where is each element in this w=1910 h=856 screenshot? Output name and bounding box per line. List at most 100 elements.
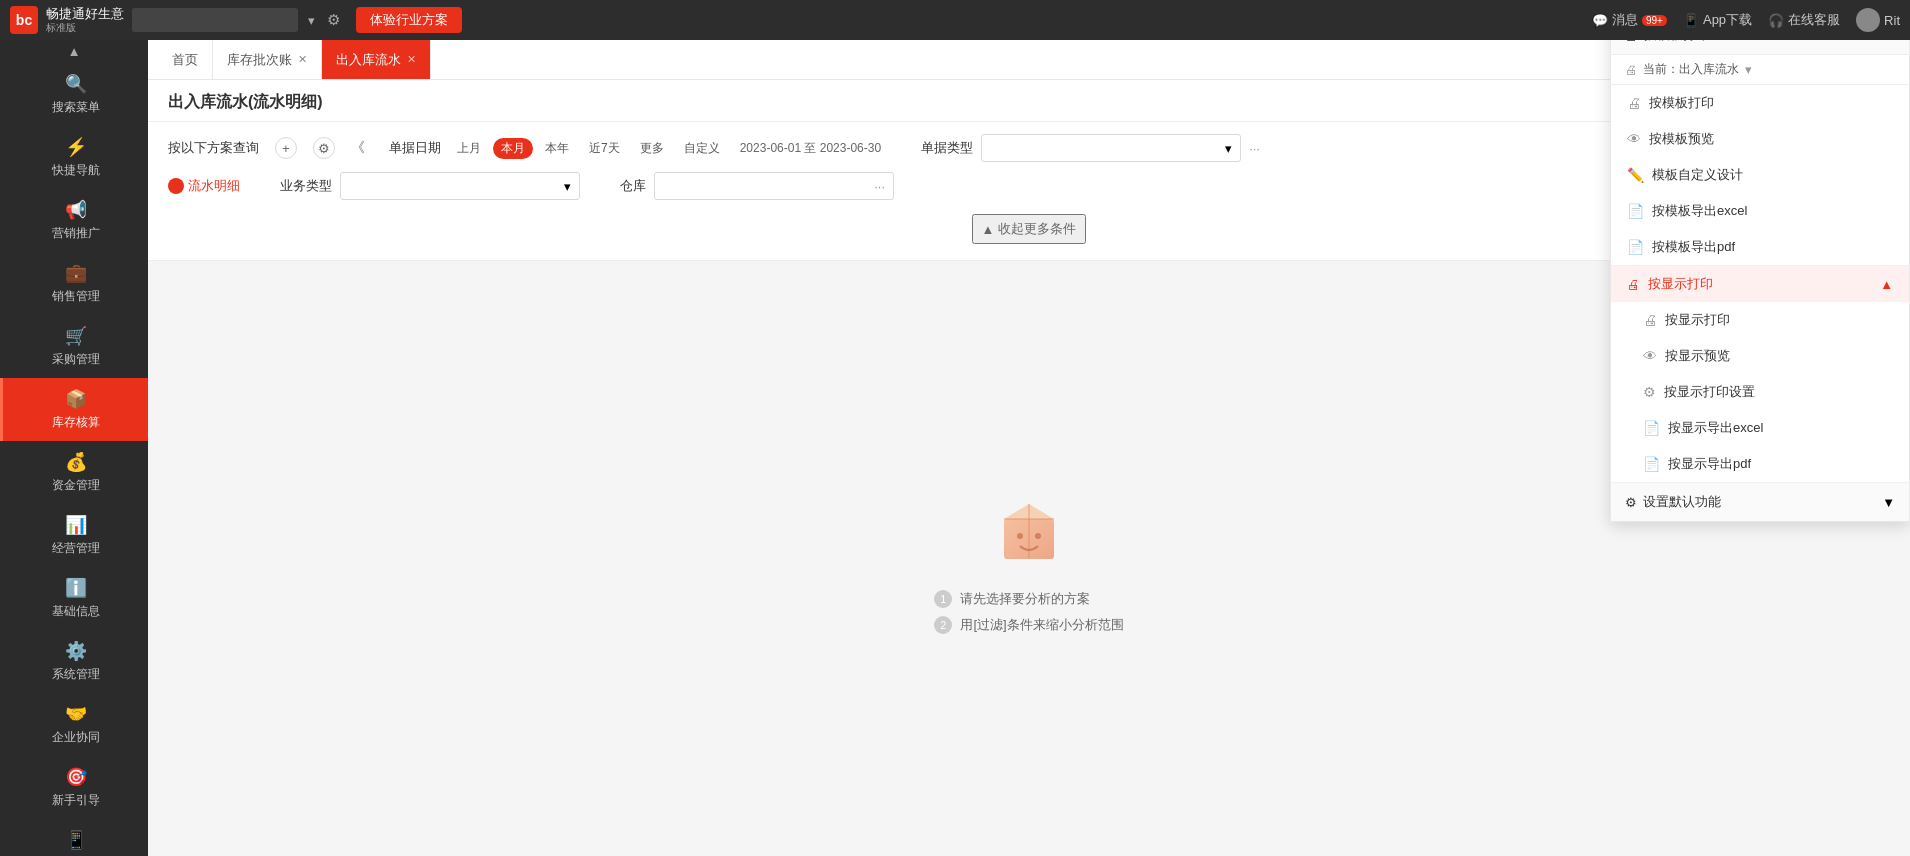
sidebar-item-newbie[interactable]: 🎯 新手引导 [0,756,148,819]
message-icon: 💬 [1592,13,1608,28]
sidebar-item-marketing[interactable]: 📢 营销推广 [0,189,148,252]
tab-flow-detail[interactable]: 出入库流水 ✕ [322,40,431,79]
online-service-btn[interactable]: 🎧 在线客服 [1768,11,1840,29]
business-type-dropdown-icon: ▾ [564,179,571,194]
dropdown-item-display-export-pdf[interactable]: 📄 按显示导出pdf [1611,446,1909,482]
tab-flow-detail-close[interactable]: ✕ [407,53,416,66]
handshake-icon: 🤝 [65,703,87,725]
sidebar-item-basic-info[interactable]: ℹ️ 基础信息 [0,567,148,630]
date-option-last-month[interactable]: 上月 [449,138,489,159]
dropdown-item-display-export-excel[interactable]: 📄 按显示导出excel [1611,410,1909,446]
avatar [1856,8,1880,32]
eye-icon: 👁 [1627,131,1641,147]
warehouse-group: 仓库 ··· [620,172,894,200]
info-icon: ℹ️ [65,577,87,599]
search-dropdown-icon[interactable]: ▾ [308,13,315,28]
empty-hint: 1 请先选择要分析的方案 2 用[过滤]条件来缩小分析范围 [934,590,1123,634]
cart-icon: 🛒 [65,325,87,347]
business-type-select[interactable]: ▾ [340,172,580,200]
date-option-custom[interactable]: 自定义 [676,138,728,159]
date-field-label: 单据日期 [389,139,441,157]
dropdown-current-arrow: ▾ [1745,62,1752,77]
dropdown-footer[interactable]: ⚙ 设置默认功能 ▼ [1611,483,1909,521]
tab-batch-ledger[interactable]: 库存批次账 ✕ [213,40,322,79]
lightning-icon: ⚡ [65,136,87,158]
hint-item-1: 1 请先选择要分析的方案 [934,590,1123,608]
date-options: 上月 本月 本年 近7天 更多 自定义 [449,138,728,159]
dropdown-display-print-header[interactable]: 🖨 按显示打印 ▲ [1611,266,1909,302]
topbar-right: 💬 消息 99+ 📱 App下载 🎧 在线客服 Rit [1592,8,1900,32]
empty-illustration [984,484,1074,574]
tab-home[interactable]: 首页 [158,40,213,79]
eye2-icon: 👁 [1643,348,1657,364]
excel-icon: 📄 [1627,203,1644,219]
tab-batch-ledger-close[interactable]: ✕ [298,53,307,66]
dropdown-item-template-export-excel[interactable]: 📄 按模板导出excel [1611,193,1909,229]
dropdown-item-template-print[interactable]: 🖨 按模板打印 [1611,85,1909,121]
hint-num-1: 1 [934,590,952,608]
warehouse-label: 仓库 [620,177,646,195]
warehouse-more-icon[interactable]: ··· [874,179,885,194]
filter-collapse-button[interactable]: 《 [351,139,365,157]
printer-red-icon: 🖨 [1627,277,1640,292]
date-option-more[interactable]: 更多 [632,138,672,159]
app-download-btn[interactable]: 📱 App下载 [1683,11,1752,29]
messages-btn[interactable]: 💬 消息 99+ [1592,11,1667,29]
dropdown-item-display-preview[interactable]: 👁 按显示预览 [1611,338,1909,374]
voucher-type-select[interactable]: ▾ [981,134,1241,162]
search-input[interactable] [132,8,298,32]
chevron-up-icon: ▲ [982,222,995,237]
sidebar-item-app-center[interactable]: 📱 应用中心 [0,819,148,856]
date-option-last-7-days[interactable]: 近7天 [581,138,628,159]
voucher-type-dropdown-icon: ▾ [1225,141,1232,156]
excel2-icon: 📄 [1643,420,1660,436]
edit-icon: ✏️ [1627,167,1644,183]
sidebar-item-system[interactable]: ⚙️ 系统管理 [0,630,148,693]
sidebar-item-sales[interactable]: 💼 销售管理 [0,252,148,315]
flow-detail-icon [168,178,184,194]
flow-detail-label[interactable]: 流水明细 [188,177,240,195]
sidebar-item-inventory[interactable]: 📦 库存核算 [0,378,148,441]
settings-icon[interactable]: ⚙ [327,11,340,29]
printer-icon: 🖨 [1625,40,1638,43]
date-option-current-month[interactable]: 本月 [493,138,533,159]
sidebar-scroll-up[interactable]: ▲ [0,40,148,63]
voucher-type-more-icon[interactable]: ··· [1249,141,1260,156]
filter-setting-button[interactable]: ⚙ [313,137,335,159]
sidebar-item-search-menu[interactable]: 🔍 搜索菜单 [0,63,148,126]
gear-icon: ⚙️ [65,640,87,662]
pdf2-icon: 📄 [1643,456,1660,472]
target-icon: 🎯 [65,766,87,788]
hint-item-2: 2 用[过滤]条件来缩小分析范围 [934,616,1123,634]
dropdown-item-template-export-pdf[interactable]: 📄 按模板导出pdf [1611,229,1909,265]
dropdown-item-template-preview[interactable]: 👁 按模板预览 [1611,121,1909,157]
brand: 畅捷通好生意 标准版 [46,6,124,34]
topbar: bc 畅捷通好生意 标准版 ▾ ⚙ 体验行业方案 💬 消息 99+ 📱 App下… [0,0,1910,40]
inventory-icon: 📦 [65,388,87,410]
dropdown-panel: 🖨 按模板打印 ▲ 🖨 当前：出入库流水 ▾ 🖨 按模板打印 [1610,40,1910,522]
money-icon: 💰 [65,451,87,473]
svg-point-5 [1035,533,1041,539]
sidebar-item-purchase[interactable]: 🛒 采购管理 [0,315,148,378]
headset-icon: 🎧 [1768,13,1784,28]
user-profile[interactable]: Rit [1856,8,1900,32]
sidebar-item-enterprise[interactable]: 🤝 企业协同 [0,693,148,756]
collapse-more-button[interactable]: ▲ 收起更多条件 [972,214,1087,244]
dropdown-item-template-design[interactable]: ✏️ 模板自定义设计 [1611,157,1909,193]
sidebar-item-finance[interactable]: 💰 资金管理 [0,441,148,504]
sidebar-item-quick-nav[interactable]: ⚡ 快捷导航 [0,126,148,189]
date-option-current-year[interactable]: 本年 [537,138,577,159]
dropdown-footer-text: ⚙ 设置默认功能 [1625,493,1721,511]
dropdown-item-display-print-settings[interactable]: ⚙ 按显示打印设置 [1611,374,1909,410]
warehouse-select[interactable]: ··· [654,172,894,200]
mobile-icon: 📱 [65,829,87,851]
date-range-display: 2023-06-01 至 2023-06-30 [740,140,881,157]
empty-state: 1 请先选择要分析的方案 2 用[过滤]条件来缩小分析范围 [934,484,1123,634]
dropdown-section-2: 🖨 按显示打印 👁 按显示预览 ⚙ 按显示打印设置 📄 按显示导出excel [1611,302,1909,483]
sidebar-item-operations[interactable]: 📊 经营管理 [0,504,148,567]
dropdown-item-display-print[interactable]: 🖨 按显示打印 [1611,302,1909,338]
filter-add-button[interactable]: + [275,137,297,159]
dropdown-header-chevron-up-icon[interactable]: ▲ [1882,40,1895,43]
trial-button[interactable]: 体验行业方案 [356,7,462,33]
dropdown-header-title: 🖨 按模板打印 [1625,40,1709,44]
